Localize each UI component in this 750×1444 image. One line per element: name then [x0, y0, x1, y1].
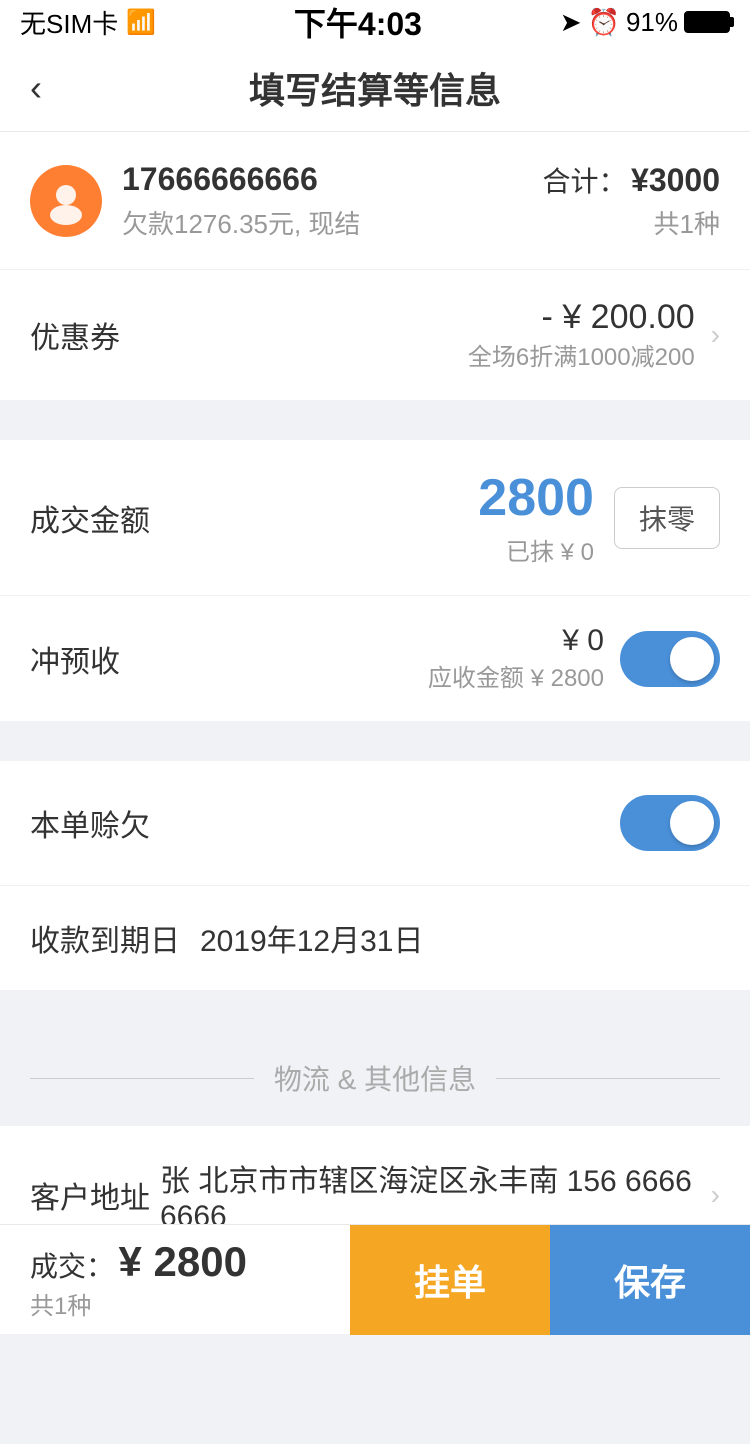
- she-toggle[interactable]: [620, 795, 720, 851]
- chong-value: ¥ 0: [428, 624, 604, 658]
- customer-total: 合计： ¥3000 共1种: [543, 160, 720, 241]
- page-title: 填写结算等信息: [249, 62, 501, 114]
- address-label: 客户地址: [30, 1173, 150, 1217]
- coupon-right-col: - ¥ 200.00 全场6折满1000减200: [468, 298, 695, 372]
- location-icon: ➤: [560, 7, 582, 38]
- back-button[interactable]: ‹: [30, 67, 42, 109]
- due-row: 收款到期日 2019年12月31日: [0, 885, 750, 990]
- total-value: ¥3000: [631, 162, 720, 198]
- section-divider: 物流 & 其他信息: [0, 1030, 750, 1126]
- total-line: 合计： ¥3000: [543, 160, 720, 200]
- battery-icon: [684, 11, 730, 33]
- hang-button[interactable]: 挂单: [350, 1225, 550, 1335]
- status-time: 下午4:03: [294, 0, 422, 45]
- bottom-deal-line: 成交： ¥ 2800: [30, 1238, 320, 1286]
- bottom-count: 共1种: [30, 1286, 320, 1321]
- divider-line-left: [30, 1078, 254, 1079]
- customer-debt: 欠款1276.35元, 现结: [122, 204, 360, 241]
- divider-text: 物流 & 其他信息: [274, 1058, 476, 1098]
- coupon-row[interactable]: 优惠券 - ¥ 200.00 全场6折满1000减200 ›: [0, 269, 750, 400]
- carrier-text: 无SIM卡: [20, 4, 118, 41]
- chong-right: ¥ 0 应收金额 ¥ 2800: [428, 624, 720, 693]
- customer-row: 17666666666 欠款1276.35元, 现结 合计： ¥3000 共1种: [0, 132, 750, 269]
- chong-row: 冲预收 ¥ 0 应收金额 ¥ 2800: [0, 596, 750, 721]
- bottom-bar: 成交： ¥ 2800 共1种 挂单 保存: [0, 1224, 750, 1334]
- coupon-desc: 全场6折满1000减200: [468, 337, 695, 372]
- separator-3: [0, 1010, 750, 1030]
- total-count: 共1种: [543, 204, 720, 241]
- address-chevron-icon: ›: [711, 1179, 720, 1211]
- deal-sub: 已抹 ¥ 0: [506, 532, 594, 567]
- save-button[interactable]: 保存: [550, 1225, 750, 1335]
- deal-amount: 2800: [478, 468, 594, 528]
- deal-row: 成交金额 2800 已抹 ¥ 0 抹零: [0, 440, 750, 596]
- wifi-icon: 📶: [126, 8, 156, 37]
- coupon-amount: - ¥ 200.00: [468, 298, 695, 337]
- chong-sub: 应收金额 ¥ 2800: [428, 658, 604, 693]
- she-row: 本单赊欠: [0, 761, 750, 885]
- deal-value-area: 2800 已抹 ¥ 0 抹零: [478, 468, 720, 567]
- nav-bar: ‹ 填写结算等信息: [0, 44, 750, 132]
- customer-info: 17666666666 欠款1276.35元, 现结: [122, 161, 360, 241]
- divider-line-right: [496, 1078, 720, 1079]
- chong-amounts: ¥ 0 应收金额 ¥ 2800: [428, 624, 604, 693]
- coupon-right: - ¥ 200.00 全场6折满1000减200 ›: [468, 298, 720, 372]
- bottom-deal-label: 成交：: [30, 1251, 114, 1282]
- chevron-right-icon: ›: [711, 319, 720, 351]
- battery-text: 91%: [626, 7, 678, 38]
- separator-2: [0, 741, 750, 761]
- customer-phone: 17666666666: [122, 161, 360, 198]
- deal-label: 成交金额: [30, 496, 150, 540]
- deal-amount-block: 2800 已抹 ¥ 0: [478, 468, 594, 567]
- separator-1: [0, 420, 750, 440]
- status-left: 无SIM卡 📶: [20, 4, 156, 41]
- status-right: ➤ ⏰ 91%: [560, 7, 730, 38]
- coupon-label: 优惠券: [30, 313, 120, 357]
- customer-left: 17666666666 欠款1276.35元, 现结: [30, 161, 360, 241]
- she-label: 本单赊欠: [30, 801, 150, 845]
- due-label: 收款到期日: [30, 916, 180, 960]
- chong-label: 冲预收: [30, 637, 120, 681]
- round-button[interactable]: 抹零: [614, 487, 720, 549]
- she-card: 本单赊欠 收款到期日 2019年12月31日: [0, 761, 750, 990]
- chong-toggle[interactable]: [620, 631, 720, 687]
- bottom-info: 成交： ¥ 2800 共1种: [0, 1238, 350, 1321]
- alarm-icon: ⏰: [588, 7, 620, 38]
- due-value: 2019年12月31日: [200, 916, 423, 960]
- total-label: 合计：: [543, 166, 627, 197]
- avatar: [30, 165, 102, 237]
- customer-card: 17666666666 欠款1276.35元, 现结 合计： ¥3000 共1种…: [0, 132, 750, 400]
- avatar-icon: [42, 177, 90, 225]
- deal-card: 成交金额 2800 已抹 ¥ 0 抹零 冲预收 ¥ 0 应收金额 ¥ 2800: [0, 440, 750, 721]
- address-value: 张 北京市市辖区海淀区永丰南 156 6666 6666: [160, 1156, 705, 1234]
- status-bar: 无SIM卡 📶 下午4:03 ➤ ⏰ 91%: [0, 0, 750, 44]
- bottom-amount: ¥ 2800: [118, 1238, 246, 1285]
